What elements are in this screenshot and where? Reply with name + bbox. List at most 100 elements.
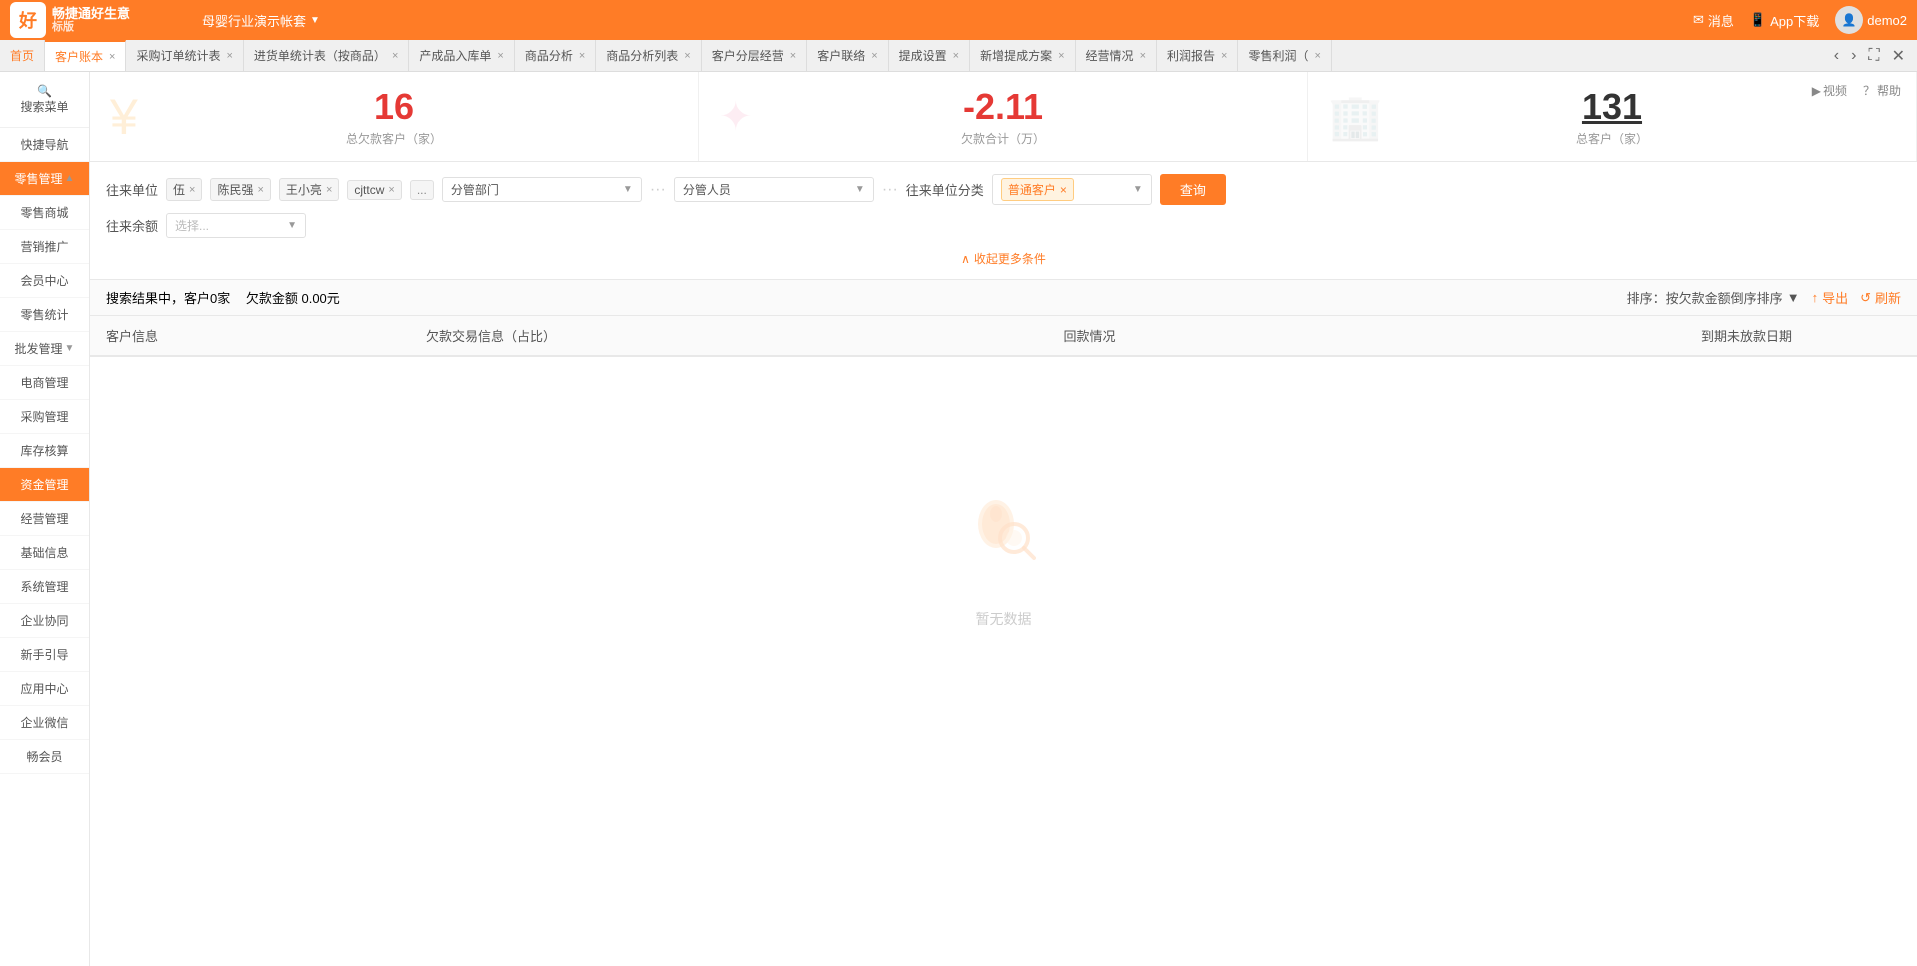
video-link[interactable]: ▶ 视频 bbox=[1812, 82, 1847, 99]
empty-state: 暂无数据 bbox=[904, 426, 1104, 689]
filter-tag-more[interactable]: ... bbox=[410, 180, 434, 200]
tab-prev-button[interactable]: ‹ bbox=[1830, 45, 1843, 67]
sidebar-item-retail-mgmt[interactable]: 零售管理 ▲ bbox=[0, 162, 89, 196]
extra-chevron-icon: ▼ bbox=[287, 220, 297, 231]
filter-tag-close-2[interactable]: × bbox=[257, 184, 263, 196]
video-icon: ▶ bbox=[1812, 84, 1821, 98]
user-menu[interactable]: 👤 demo2 bbox=[1835, 6, 1907, 34]
tab-close-product-analysis-list[interactable]: × bbox=[684, 50, 690, 62]
tab-close-operation-status[interactable]: × bbox=[1140, 50, 1146, 62]
filter-tag-close-4[interactable]: × bbox=[388, 184, 394, 196]
refresh-button[interactable]: ↺ 刷新 bbox=[1860, 288, 1901, 307]
sidebar-item-retail-mall[interactable]: 零售商城 bbox=[0, 196, 89, 230]
tab-purchase-order-stats[interactable]: 采购订单统计表 × bbox=[126, 40, 243, 72]
results-actions: 排序：按欠款金额倒序排序 ▼ ↑ 导出 ↺ 刷新 bbox=[1627, 288, 1901, 307]
tab-home[interactable]: 首页 bbox=[0, 40, 45, 72]
message-button[interactable]: ✉ 消息 bbox=[1693, 11, 1734, 30]
tab-close-profit-report[interactable]: × bbox=[1221, 50, 1227, 62]
tab-profit-report[interactable]: 利润报告 × bbox=[1157, 40, 1238, 72]
tab-close-new-achievement[interactable]: × bbox=[1058, 50, 1064, 62]
table-header: 客户信息 欠款交易信息（占比） 回款情况 到期未放款日期 bbox=[90, 316, 1917, 357]
col-debt-info: 欠款交易信息（占比） bbox=[426, 326, 1064, 345]
sidebar-item-capital-mgmt[interactable]: 资金管理 bbox=[0, 468, 89, 502]
app-download-button[interactable]: 📱 App下载 bbox=[1750, 11, 1819, 30]
sidebar-item-marketing[interactable]: 营销推广 bbox=[0, 230, 89, 264]
sidebar-item-system-mgmt[interactable]: 系统管理 bbox=[0, 570, 89, 604]
logo-icon: 好 bbox=[10, 2, 46, 38]
sidebar-item-purchase-mgmt[interactable]: 采购管理 bbox=[0, 400, 89, 434]
company-type-selector[interactable]: 普通客户 × ▼ bbox=[992, 174, 1152, 205]
tab-product-inbound[interactable]: 产成品入库单 × bbox=[409, 40, 514, 72]
sidebar-item-enterprise-collab[interactable]: 企业协同 bbox=[0, 604, 89, 638]
sort-button[interactable]: 排序：按欠款金额倒序排序 ▼ bbox=[1627, 288, 1800, 307]
tab-customer-capital[interactable]: 客户账本 × bbox=[45, 40, 126, 72]
tab-close-product-analysis[interactable]: × bbox=[579, 50, 585, 62]
filter-tag-close-1[interactable]: × bbox=[189, 184, 195, 196]
top-right-links: ▶ 视频 ？ 帮助 bbox=[1812, 82, 1901, 99]
sidebar-item-inventory-check[interactable]: 库存核算 bbox=[0, 434, 89, 468]
sidebar-item-vip-member[interactable]: 畅会员 bbox=[0, 740, 89, 774]
stat-debt-value: -2.11 bbox=[963, 86, 1043, 128]
tab-new-achievement[interactable]: 新增提成方案 × bbox=[970, 40, 1075, 72]
empty-text: 暂无数据 bbox=[976, 609, 1032, 629]
sidebar-item-app-center[interactable]: 应用中心 bbox=[0, 672, 89, 706]
dept-selector[interactable]: 分管部门 ▼ bbox=[442, 177, 642, 202]
tab-retail-profit[interactable]: 零售利润（ × bbox=[1238, 40, 1331, 72]
help-icon: ？ bbox=[1863, 82, 1875, 99]
tab-close-all-button[interactable]: ✕ bbox=[1888, 44, 1909, 68]
company-type-label: 往来单位分类 bbox=[906, 180, 984, 199]
tab-operation-status[interactable]: 经营情况 × bbox=[1076, 40, 1157, 72]
sidebar: 🔍 搜索菜单 快捷导航 零售管理 ▲ 零售商城 营销推广 会员中心 零售统计 bbox=[0, 72, 90, 966]
company-type-clear[interactable]: × bbox=[1060, 183, 1067, 197]
query-button[interactable]: 查询 bbox=[1160, 174, 1226, 205]
sidebar-item-newbie-guide[interactable]: 新手引导 bbox=[0, 638, 89, 672]
filter-tag-close-3[interactable]: × bbox=[326, 184, 332, 196]
export-button[interactable]: ↑ 导出 bbox=[1812, 288, 1849, 307]
collapse-button[interactable]: ∧ 收起更多条件 bbox=[961, 250, 1046, 267]
tab-inbound-stats[interactable]: 进货单统计表（按商品） × bbox=[244, 40, 409, 72]
chevron-up-icon: ∧ bbox=[961, 252, 970, 266]
filter-tag-2: 陈民强 × bbox=[210, 178, 270, 201]
tab-close-improve-settings[interactable]: × bbox=[953, 50, 959, 62]
people-chevron-icon: ▼ bbox=[855, 184, 865, 195]
people-clear-icon[interactable]: ··· bbox=[882, 181, 898, 199]
table-area: 客户信息 欠款交易信息（占比） 回款情况 到期未放款日期 bbox=[90, 316, 1917, 966]
sidebar-item-ecommerce-mgmt[interactable]: 电商管理 bbox=[0, 366, 89, 400]
company-selector[interactable]: 母婴行业演示帐套 ▼ bbox=[202, 11, 320, 30]
sidebar-item-enterprise-wechat[interactable]: 企业微信 bbox=[0, 706, 89, 740]
tab-close-product-inbound[interactable]: × bbox=[497, 50, 503, 62]
top-bar: 好 畅捷通好生意 标版 母婴行业演示帐套 ▼ ✉ 消息 📱 App下载 👤 bbox=[0, 0, 1917, 40]
help-link[interactable]: ？ 帮助 bbox=[1863, 82, 1901, 99]
filter-tag-4: cjttcw × bbox=[347, 180, 401, 200]
sidebar-item-basic-info[interactable]: 基础信息 bbox=[0, 536, 89, 570]
tab-product-analysis[interactable]: 商品分析 × bbox=[515, 40, 596, 72]
tab-next-button[interactable]: › bbox=[1847, 45, 1860, 67]
extra-label: 往来余额 bbox=[106, 216, 158, 235]
tab-product-analysis-list[interactable]: 商品分析列表 × bbox=[596, 40, 701, 72]
people-selector[interactable]: 分管人员 ▼ bbox=[674, 177, 874, 202]
tab-close-inbound-stats[interactable]: × bbox=[392, 50, 398, 62]
sidebar-item-operation-mgmt[interactable]: 经营管理 bbox=[0, 502, 89, 536]
sidebar-item-retail-stats[interactable]: 零售统计 bbox=[0, 298, 89, 332]
sidebar-item-quick-nav[interactable]: 快捷导航 bbox=[0, 128, 89, 162]
content-area: ¥ 16 总欠款客户（家） ✦ -2.11 欠款合计（万） 🏢 131 总客户（… bbox=[90, 72, 1917, 966]
tab-close-customer-contact[interactable]: × bbox=[871, 50, 877, 62]
chevron-down-icon: ▼ bbox=[310, 15, 320, 26]
col-due-date: 到期未放款日期 bbox=[1701, 326, 1901, 345]
tab-bar: 首页 客户账本 × 采购订单统计表 × 进货单统计表（按商品） × 产成品入库单… bbox=[0, 40, 1917, 72]
tab-customer-segment[interactable]: 客户分层经营 × bbox=[702, 40, 807, 72]
search-menu-button[interactable]: 🔍 搜索菜单 bbox=[8, 80, 81, 119]
tab-close-retail-profit[interactable]: × bbox=[1314, 50, 1320, 62]
tab-expand-button[interactable]: ⛶ bbox=[1864, 45, 1883, 67]
tab-improve-settings[interactable]: 提成设置 × bbox=[889, 40, 970, 72]
filter-tag-3: 王小亮 × bbox=[279, 178, 339, 201]
sidebar-item-wholesale-mgmt[interactable]: 批发管理 ▼ bbox=[0, 332, 89, 366]
tab-customer-contact[interactable]: 客户联络 × bbox=[807, 40, 888, 72]
tab-close-customer-capital[interactable]: × bbox=[109, 51, 115, 63]
empty-icon bbox=[964, 486, 1044, 585]
tab-close-purchase-order-stats[interactable]: × bbox=[226, 50, 232, 62]
extra-selector[interactable]: 选择... ▼ bbox=[166, 213, 306, 238]
sidebar-item-member-center[interactable]: 会员中心 bbox=[0, 264, 89, 298]
tab-close-customer-segment[interactable]: × bbox=[790, 50, 796, 62]
dept-clear-icon[interactable]: ··· bbox=[650, 181, 666, 199]
